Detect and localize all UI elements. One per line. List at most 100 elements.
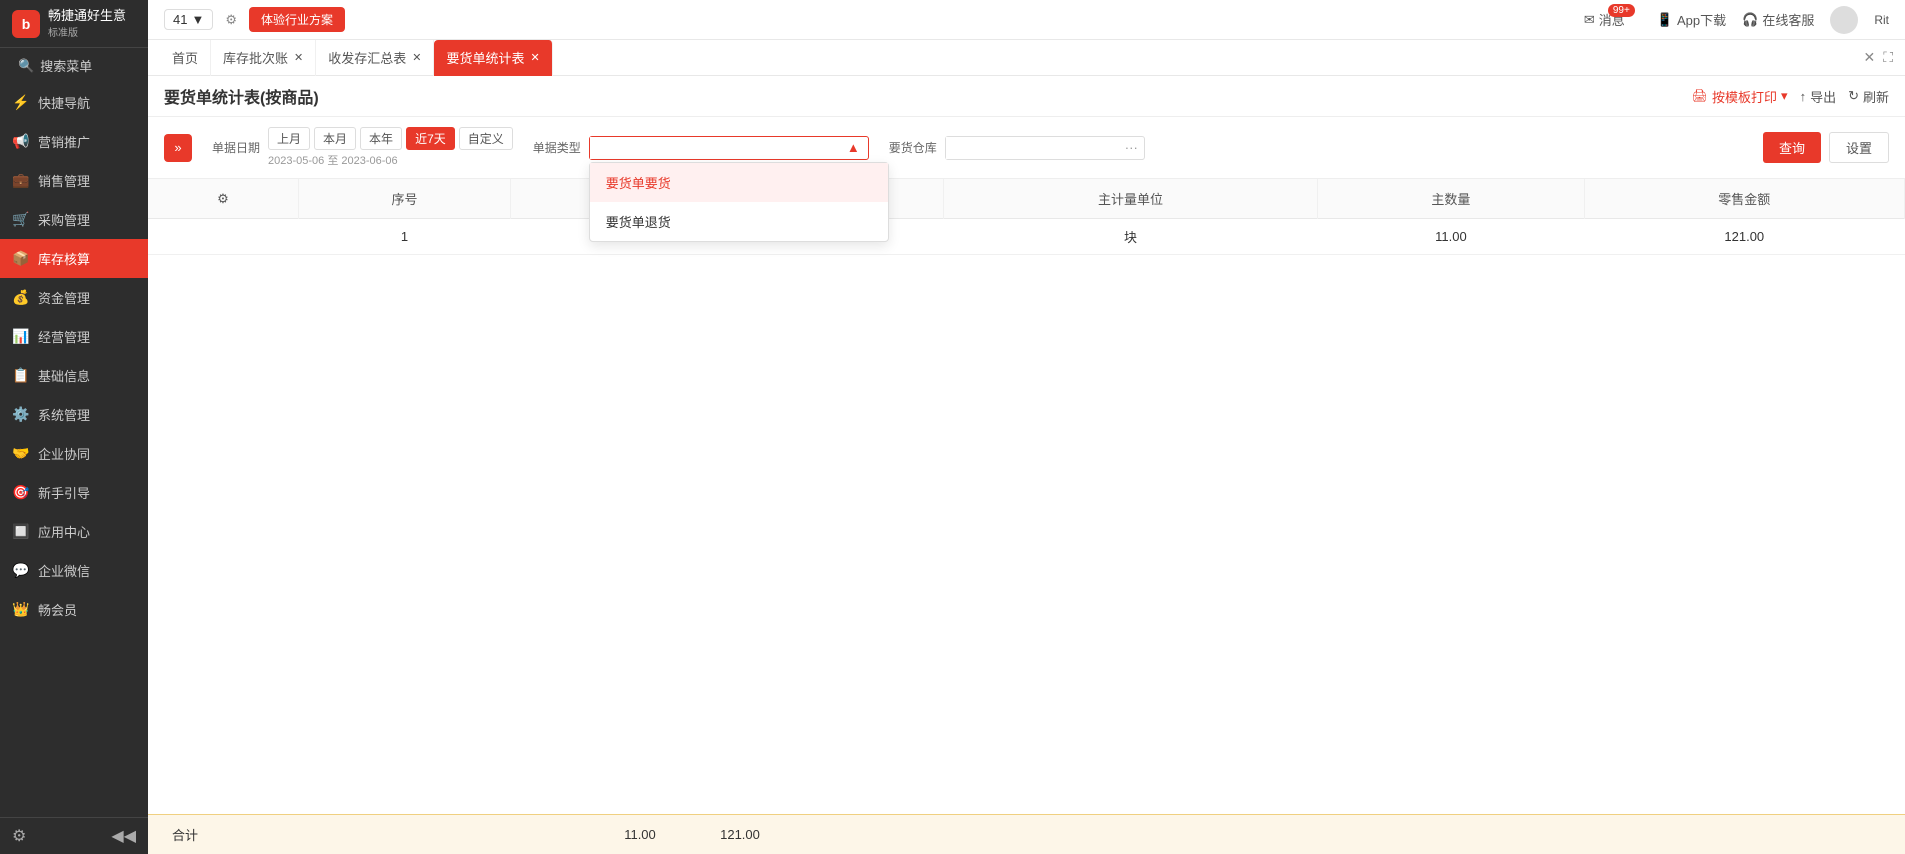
table-footer: 合计 11.00 121.00 [148,814,1905,854]
tab-home[interactable]: 首页 [160,40,211,76]
sidebar-item-finance[interactable]: 💰 资金管理 [0,278,148,317]
quick-nav-icon: ⚡ [12,94,30,112]
settings-btn[interactable]: 设置 [1829,132,1889,163]
total-qty: 11.00 [590,827,690,842]
member-icon: 👑 [12,601,30,619]
date-filter-label: 单据日期 [212,139,260,156]
message-btn[interactable]: ✉ 消息 99+ [1584,10,1625,29]
collapse-sidebar-btn[interactable]: ◀◀ [111,826,136,846]
sidebar-item-label: 营销推广 [38,132,90,151]
type-input-container: ▲ 要货单要货 要货单退货 [589,136,869,160]
sidebar-item-purchase[interactable]: 🛒 采购管理 [0,200,148,239]
sidebar-item-wechat[interactable]: 💬 企业微信 [0,551,148,590]
print-template-btn[interactable]: 🖨 按模板打印 ▾ [1692,87,1788,106]
settings-footer-btn[interactable]: ⚙ [12,826,26,846]
settings-gear-icon[interactable]: ⚙ [225,12,237,28]
date-this-year-btn[interactable]: 本年 [360,127,402,150]
search-menu[interactable]: 🔍 搜索菜单 [0,48,148,83]
expand-icon: » [174,140,181,155]
query-btn[interactable]: 查询 [1763,132,1821,163]
sidebar-item-operation[interactable]: 📊 经营管理 [0,317,148,356]
export-btn[interactable]: ↑ 导出 [1800,87,1837,106]
industry-solution-button[interactable]: 体验行业方案 [249,7,345,32]
app-download-btn[interactable]: 📱 App下载 [1657,10,1726,29]
sidebar-item-quick-nav[interactable]: ⚡ 快捷导航 [0,83,148,122]
table-row: 1 块 11.00 121.00 [148,219,1905,255]
finance-icon: 💰 [12,289,30,307]
online-service-btn[interactable]: 🎧 在线客服 [1742,10,1814,29]
tabs-actions: ✕ ⛶ [1863,49,1893,66]
warehouse-input-wrap: ··· [945,136,1145,160]
search-icon: 🔍 [18,58,34,74]
refresh-icon: ↻ [1848,88,1859,104]
tab-close-icon[interactable]: ✕ [531,51,540,64]
system-icon: ⚙️ [12,406,30,424]
online-service-label: 在线客服 [1762,10,1814,29]
tab-close-icon[interactable]: ✕ [412,51,421,64]
cell-unit: 块 [943,219,1317,255]
filter-bar: » 单据日期 上月 本月 本年 近7天 自定义 2023-05-06 至 202… [148,117,1905,179]
store-selector[interactable]: 41 ▼ [164,9,213,30]
warehouse-filter-group: 要货仓库 ··· [889,136,1145,160]
topbar: 41 ▼ ⚙ 体验行业方案 ✉ 消息 99+ 📱 App下载 🎧 在线客服 Ri… [148,0,1905,40]
sidebar-item-sales[interactable]: 💼 销售管理 [0,161,148,200]
sidebar-item-label: 采购管理 [38,210,90,229]
sidebar-item-marketing[interactable]: 📢 营销推广 [0,122,148,161]
cell-qty: 11.00 [1318,219,1584,255]
sidebar-item-enterprise[interactable]: 🤝 企业协同 [0,434,148,473]
date-up-month-btn[interactable]: 上月 [268,127,310,150]
sidebar-item-label: 基础信息 [38,366,90,385]
total-label-text: 合计 [172,828,198,843]
sidebar-item-label: 应用中心 [38,522,90,541]
sidebar-item-label: 企业微信 [38,561,90,580]
date-last-7days-btn[interactable]: 近7天 [406,127,455,150]
expand-tabs-btn[interactable]: ⛶ [1883,49,1893,66]
sidebar-item-inventory[interactable]: 📦 库存核算 [0,239,148,278]
dropdown-item-require-return[interactable]: 要货单退货 [590,202,888,241]
cell-amount: 121.00 [1584,219,1904,255]
col-header-settings[interactable]: ⚙ [148,179,298,219]
filter-expand-btn[interactable]: » [164,134,192,162]
cell-seq: 1 [298,219,510,255]
tab-label: 首页 [172,48,198,67]
user-avatar[interactable] [1830,6,1858,34]
data-table: ⚙ 序号 商品 主计量单位 主数量 零售金额 1 [148,179,1905,255]
operation-icon: 📊 [12,328,30,346]
sidebar-item-label: 畅会员 [38,600,77,619]
data-table-wrap: ⚙ 序号 商品 主计量单位 主数量 零售金额 1 [148,179,1905,814]
app-download-label: App下载 [1677,10,1726,29]
logo-icon: b [12,10,40,38]
warehouse-input[interactable] [946,137,1117,159]
tab-close-icon[interactable]: ✕ [294,51,303,64]
dropdown-item-require-goods[interactable]: 要货单要货 [590,163,888,202]
sidebar-item-apps[interactable]: 🔲 应用中心 [0,512,148,551]
date-custom-btn[interactable]: 自定义 [459,127,513,150]
col-header-unit: 主计量单位 [943,179,1317,219]
page-title: 要货单统计表(按商品) [164,84,319,108]
sidebar-nav: ⚡ 快捷导航 📢 营销推广 💼 销售管理 🛒 采购管理 📦 库存核算 💰 资金管… [0,83,148,817]
topbar-right: ✉ 消息 99+ 📱 App下载 🎧 在线客服 Rit [1584,6,1889,34]
warehouse-dots-icon[interactable]: ··· [1117,140,1146,155]
purchase-icon: 🛒 [12,211,30,229]
type-input[interactable] [590,137,839,159]
export-icon: ↑ [1800,89,1807,104]
type-dropdown-arrow[interactable]: ▲ [839,140,868,155]
sidebar-footer: ⚙ ◀◀ [0,817,148,854]
sidebar-item-guide[interactable]: 🎯 新手引导 [0,473,148,512]
sidebar-item-basic[interactable]: 📋 基础信息 [0,356,148,395]
tab-order-summary[interactable]: 要货单统计表 ✕ [434,40,552,76]
sidebar-item-label: 系统管理 [38,405,90,424]
print-template-label: 按模板打印 [1712,87,1777,106]
sidebar-item-member[interactable]: 👑 畅会员 [0,590,148,629]
tab-inventory-batch[interactable]: 库存批次账 ✕ [211,40,316,76]
sidebar-item-system[interactable]: ⚙️ 系统管理 [0,395,148,434]
refresh-btn[interactable]: ↻ 刷新 [1848,87,1889,106]
col-header-amount: 零售金额 [1584,179,1904,219]
tab-receivable-summary[interactable]: 收发存汇总表 ✕ [316,40,434,76]
table-header-row: ⚙ 序号 商品 主计量单位 主数量 零售金额 [148,179,1905,219]
search-menu-label: 搜索菜单 [40,56,92,75]
date-this-month-btn[interactable]: 本月 [314,127,356,150]
close-all-tabs-btn[interactable]: ✕ [1863,49,1875,66]
col-header-seq: 序号 [298,179,510,219]
tab-label: 要货单统计表 [446,48,524,67]
